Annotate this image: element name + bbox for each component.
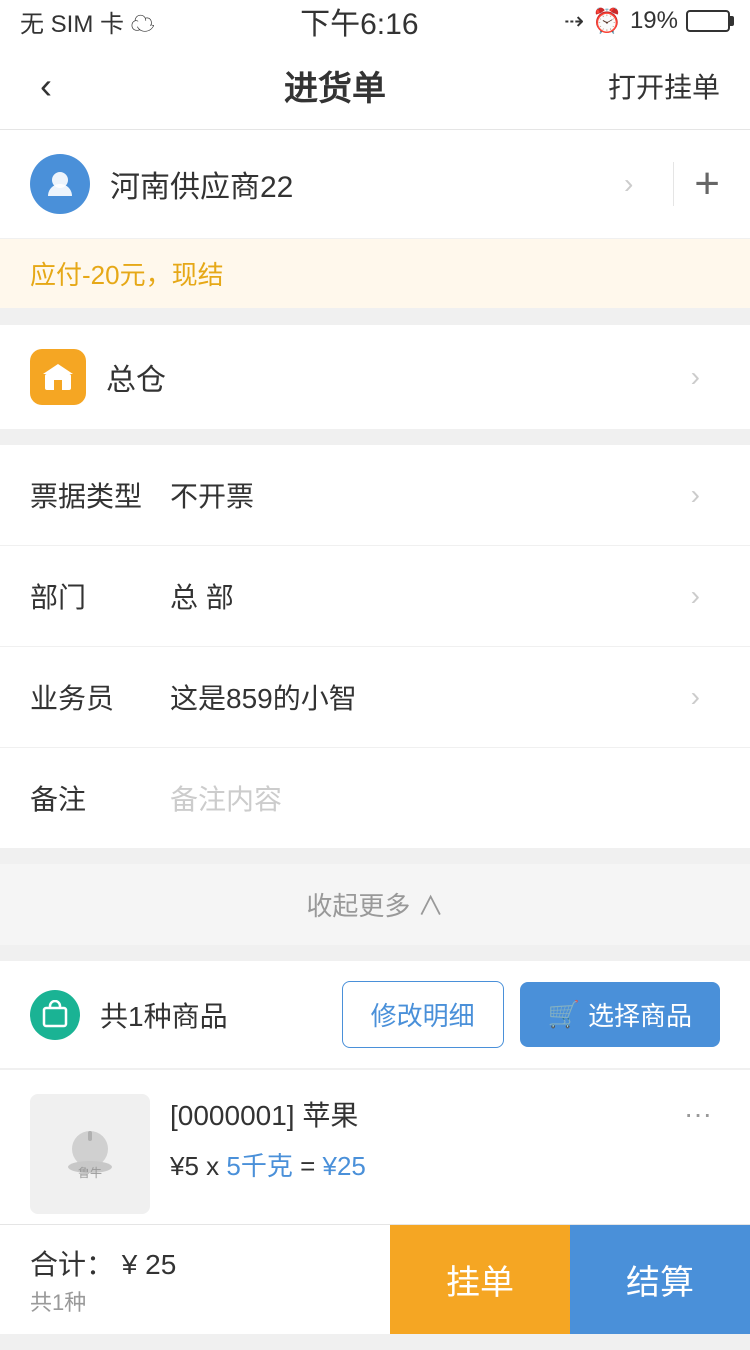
status-right: ⇢ ⏰ 19% [564, 7, 730, 36]
total-label: 合计： [30, 1249, 114, 1280]
products-header: 共1种商品 修改明细 🛒 选择商品 [0, 961, 750, 1068]
add-supplier-button[interactable]: + [694, 162, 720, 206]
content: 河南供应商22 › + 应付-20元，现结 总仓 › 票据类型 不开票 › [0, 130, 750, 1350]
sim-label: 无 SIM 卡 ☁ [20, 4, 155, 39]
supplier-row[interactable]: 河南供应商22 › + [0, 130, 750, 239]
open-pending-button[interactable]: 打开挂单 [608, 66, 720, 106]
bottom-bar: 合计： ¥ 25 共1种 挂单 结算 [0, 1224, 750, 1334]
supplier-notice: 应付-20元，现结 [0, 239, 750, 309]
product-more-button[interactable]: ··· [676, 1094, 720, 1134]
alarm-icon: ⏰ [592, 7, 622, 36]
remark-label: 备注 [30, 778, 150, 818]
dept-value: 总 部 [150, 576, 691, 616]
product-info: [0000001] 苹果 ¥5 x 5千克 = ¥25 [170, 1094, 676, 1183]
location-icon: ⇢ [564, 7, 584, 36]
dept-chevron-icon: › [691, 580, 700, 612]
product-title: 苹果 [302, 1100, 358, 1131]
sales-label: 业务员 [30, 677, 150, 717]
divider [673, 162, 674, 206]
invoice-value: 不开票 [150, 475, 691, 515]
equals-sign: = [300, 1151, 322, 1181]
checkout-button[interactable]: 结算 [570, 1225, 750, 1334]
product-code: [0000001] [170, 1100, 295, 1131]
sales-row[interactable]: 业务员 这是859的小智 › [0, 647, 750, 748]
sales-value: 这是859的小智 [150, 677, 691, 717]
pending-button[interactable]: 挂单 [390, 1225, 570, 1334]
status-time: 下午6:16 [300, 0, 418, 43]
quantity: 5千克 [226, 1151, 292, 1181]
supplier-name: 河南供应商22 [110, 162, 624, 206]
remark-row[interactable]: 备注 备注内容 [0, 748, 750, 848]
nav-bar: ‹ 进货单 打开挂单 [0, 42, 750, 130]
dept-row[interactable]: 部门 总 部 › [0, 546, 750, 647]
invoice-chevron-icon: › [691, 479, 700, 511]
unit-price: ¥5 [170, 1151, 199, 1181]
edit-details-button[interactable]: 修改明细 [342, 981, 504, 1048]
total-section: 合计： ¥ 25 共1种 [0, 1225, 390, 1334]
collapse-bar[interactable]: 收起更多 ∧ [0, 864, 750, 945]
dept-label: 部门 [30, 576, 150, 616]
pending-label: 挂单 [446, 1255, 514, 1304]
page-title: 进货单 [284, 61, 386, 110]
subtotal: ¥25 [323, 1151, 366, 1181]
total-count: 共1种 [30, 1285, 360, 1317]
warehouse-icon [30, 349, 86, 405]
back-button[interactable]: ‹ [30, 55, 62, 117]
battery-percent: 19% [630, 7, 678, 35]
svg-text:鲁牛: 鲁牛 [78, 1165, 102, 1180]
product-item: 鲁牛 [0000001] 苹果 ¥5 x 5千克 = ¥25 ··· [0, 1070, 750, 1238]
product-count: 共1种商品 [100, 995, 342, 1035]
checkout-label: 结算 [626, 1255, 694, 1304]
supplier-chevron-icon: › [624, 168, 633, 200]
invoice-label: 票据类型 [30, 475, 150, 515]
total-amount: ¥ 25 [122, 1249, 177, 1280]
supplier-card: 河南供应商22 › + 应付-20元，现结 [0, 130, 750, 309]
warehouse-name: 总仓 [106, 355, 691, 399]
remark-input[interactable]: 备注内容 [150, 778, 720, 818]
warehouse-card[interactable]: 总仓 › [0, 325, 750, 429]
form-section: 票据类型 不开票 › 部门 总 部 › 业务员 这是859的小智 › 备注 备注… [0, 445, 750, 848]
warehouse-chevron-icon: › [691, 361, 700, 393]
product-name: [0000001] 苹果 [170, 1094, 676, 1134]
battery-icon [686, 10, 730, 32]
collapse-label: 收起更多 ∧ [306, 886, 443, 923]
cart-icon: 🛒 [548, 999, 580, 1030]
product-thumbnail: 鲁牛 [30, 1094, 150, 1214]
warehouse-row[interactable]: 总仓 › [0, 325, 750, 429]
product-price-row: ¥5 x 5千克 = ¥25 [170, 1146, 676, 1183]
sales-chevron-icon: › [691, 681, 700, 713]
invoice-row[interactable]: 票据类型 不开票 › [0, 445, 750, 546]
select-product-button[interactable]: 🛒 选择商品 [520, 982, 720, 1047]
status-left: 无 SIM 卡 ☁ [20, 4, 155, 39]
total-row: 合计： ¥ 25 [30, 1243, 360, 1283]
status-bar: 无 SIM 卡 ☁ 下午6:16 ⇢ ⏰ 19% [0, 0, 750, 42]
select-product-label: 选择商品 [588, 996, 692, 1033]
multiply-sign: x [206, 1151, 226, 1181]
supplier-avatar [30, 154, 90, 214]
products-icon [30, 990, 80, 1040]
